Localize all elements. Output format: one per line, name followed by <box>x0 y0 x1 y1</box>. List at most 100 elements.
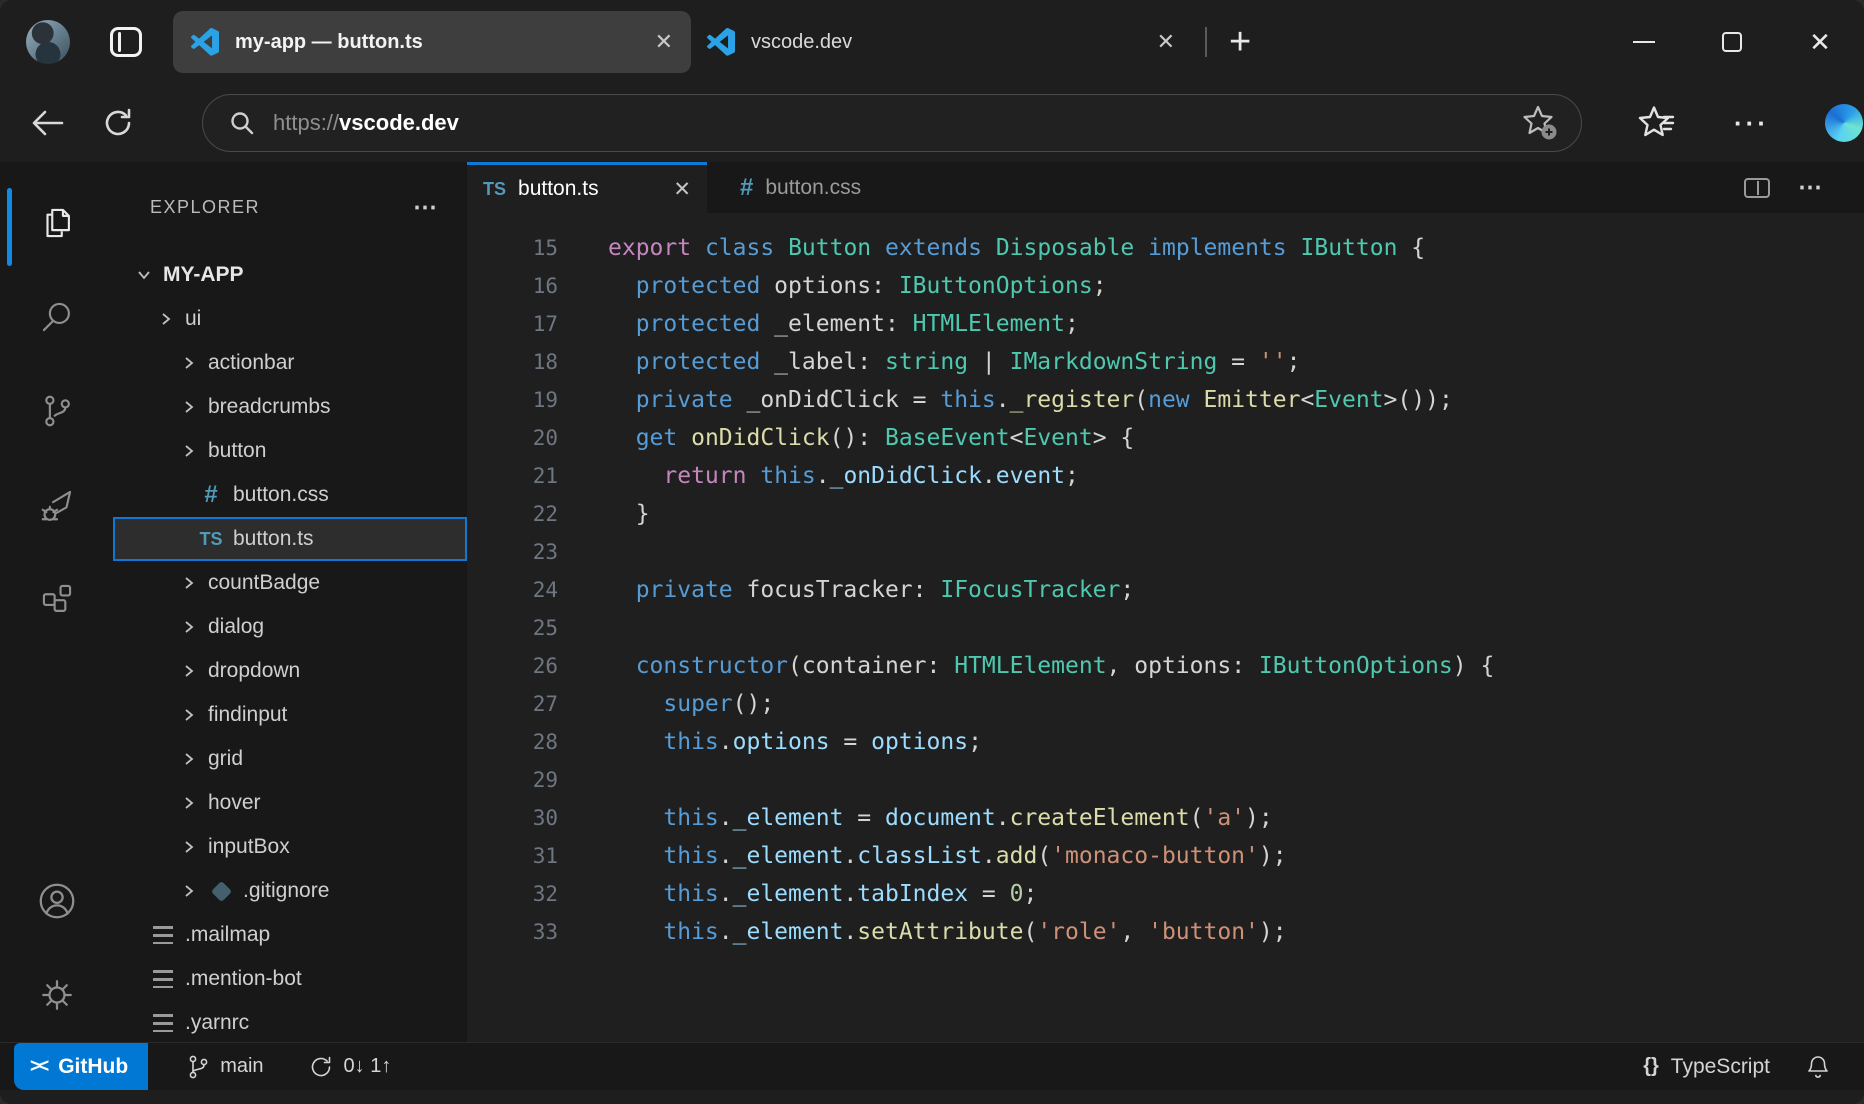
debug-icon <box>38 486 76 524</box>
editor-tab-label: button.ts <box>518 177 599 201</box>
tab-close-icon[interactable]: ✕ <box>1157 29 1175 55</box>
maximize-icon <box>1722 32 1742 52</box>
browser-tab-strip: my-app — button.ts ✕ vscode.dev ✕ + ✕ <box>0 0 1864 84</box>
code-line-21[interactable]: 21 return this._onDidClick.event; <box>467 457 1864 495</box>
close-window-button[interactable]: ✕ <box>1776 0 1864 84</box>
tree-item-button[interactable]: button <box>113 429 467 473</box>
tree-item-inputbox[interactable]: inputBox <box>113 825 467 869</box>
language-indicator[interactable]: {} TypeScript <box>1643 1055 1770 1079</box>
tree-item-breadcrumbs[interactable]: breadcrumbs <box>113 385 467 429</box>
code-line-31[interactable]: 31 this._element.classList.add('monaco-b… <box>467 837 1864 875</box>
tree-item-yarnrc[interactable]: .yarnrc <box>113 1001 467 1042</box>
editor-tab-button-ts[interactable]: TS button.ts ✕ <box>467 162 707 213</box>
refresh-icon <box>102 107 134 139</box>
sidebar-item-explorer[interactable] <box>0 176 113 270</box>
tree-item-button.css[interactable]: #button.css <box>113 473 467 517</box>
tree-item-my-app[interactable]: MY-APP <box>113 253 467 297</box>
code-line-17[interactable]: 17 protected _element: HTMLElement; <box>467 305 1864 343</box>
line-number: 17 <box>467 305 558 343</box>
tab-close-icon[interactable]: ✕ <box>655 29 673 55</box>
tab-actions-icon[interactable] <box>110 27 142 57</box>
tree-item-dropdown[interactable]: dropdown <box>113 649 467 693</box>
tree-item-findinput[interactable]: findinput <box>113 693 467 737</box>
tree-item-actionbar[interactable]: actionbar <box>113 341 467 385</box>
code-text: return this._onDidClick.event; <box>558 457 1079 495</box>
tree-item-ui[interactable]: ui <box>113 297 467 341</box>
sidebar-item-source-control[interactable] <box>0 364 113 458</box>
line-number: 32 <box>467 875 558 913</box>
code-line-16[interactable]: 16 protected options: IButtonOptions; <box>467 267 1864 305</box>
code-line-29[interactable]: 29 <box>467 761 1864 799</box>
editor-tab-bar: TS button.ts ✕ # button.css ⋯ <box>467 162 1864 213</box>
typescript-file-icon: TS <box>483 179 506 200</box>
chevron-right-icon <box>178 880 200 902</box>
notifications-button[interactable] <box>1806 1054 1830 1080</box>
refresh-button[interactable] <box>96 101 140 145</box>
tree-item-label: button <box>208 439 266 463</box>
tree-item-hover[interactable]: hover <box>113 781 467 825</box>
tree-item-gitignore[interactable]: .gitignore <box>113 869 467 913</box>
status-bar-right: {} TypeScript <box>1643 1043 1864 1090</box>
line-number: 21 <box>467 457 558 495</box>
tree-item-button.ts[interactable]: TSbutton.ts <box>113 517 467 561</box>
close-tab-icon[interactable]: ✕ <box>673 177 691 202</box>
minimize-button[interactable] <box>1600 0 1688 84</box>
tree-item-label: breadcrumbs <box>208 395 331 419</box>
add-favorite-button[interactable] <box>1521 104 1561 142</box>
chevron-right-icon <box>178 572 200 594</box>
code-line-27[interactable]: 27 super(); <box>467 685 1864 723</box>
code-editor[interactable]: 15export class Button extends Disposable… <box>467 213 1864 1042</box>
remote-indicator[interactable]: >< GitHub <box>14 1043 148 1090</box>
code-line-25[interactable]: 25 <box>467 609 1864 647</box>
editor-more-actions-icon[interactable]: ⋯ <box>1798 173 1824 202</box>
code-line-19[interactable]: 19 private _onDidClick = this._register(… <box>467 381 1864 419</box>
sidebar-item-extensions[interactable] <box>0 552 113 646</box>
code-text <box>558 761 608 799</box>
code-line-33[interactable]: 33 this._element.setAttribute('role', 'b… <box>467 913 1864 951</box>
maximize-button[interactable] <box>1688 0 1776 84</box>
chevron-right-icon <box>178 396 200 418</box>
sidebar-item-run-debug[interactable] <box>0 458 113 552</box>
branch-indicator[interactable]: main <box>186 1043 263 1090</box>
tree-item-dialog[interactable]: dialog <box>113 605 467 649</box>
browser-tab-inactive[interactable]: vscode.dev ✕ <box>691 11 1193 73</box>
browser-tab-active[interactable]: my-app — button.ts ✕ <box>173 11 691 73</box>
settings-more-button[interactable]: ··· <box>1734 108 1769 139</box>
code-line-28[interactable]: 28 this.options = options; <box>467 723 1864 761</box>
chevron-right-icon <box>178 440 200 462</box>
chevron-right-icon <box>178 704 200 726</box>
copilot-button[interactable] <box>1825 104 1863 142</box>
tree-item-mention-bot[interactable]: .mention-bot <box>113 957 467 1001</box>
tree-item-grid[interactable]: grid <box>113 737 467 781</box>
back-icon <box>31 108 65 138</box>
code-line-20[interactable]: 20 get onDidClick(): BaseEvent<Event> { <box>467 419 1864 457</box>
sidebar-item-search[interactable] <box>0 270 113 364</box>
split-editor-icon[interactable] <box>1744 178 1770 198</box>
line-number: 19 <box>467 381 558 419</box>
tree-item-label: inputBox <box>208 835 290 859</box>
code-line-23[interactable]: 23 <box>467 533 1864 571</box>
explorer-more-actions[interactable]: ⋯ <box>413 193 439 222</box>
ellipsis-icon: ··· <box>1734 108 1769 139</box>
code-line-18[interactable]: 18 protected _label: string | IMarkdownS… <box>467 343 1864 381</box>
code-text: protected options: IButtonOptions; <box>558 267 1107 305</box>
code-line-30[interactable]: 30 this._element = document.createElemen… <box>467 799 1864 837</box>
settings-button[interactable] <box>0 948 113 1042</box>
new-tab-button[interactable]: + <box>1223 23 1257 61</box>
file-file-icon <box>150 1014 176 1032</box>
code-line-26[interactable]: 26 constructor(container: HTMLElement, o… <box>467 647 1864 685</box>
account-button[interactable] <box>0 854 113 948</box>
code-line-32[interactable]: 32 this._element.tabIndex = 0; <box>467 875 1864 913</box>
browser-window: my-app — button.ts ✕ vscode.dev ✕ + ✕ <box>0 0 1864 1104</box>
address-bar[interactable]: https://vscode.dev <box>202 94 1582 152</box>
editor-tab-button-css[interactable]: # button.css <box>707 162 963 213</box>
code-line-15[interactable]: 15export class Button extends Disposable… <box>467 229 1864 267</box>
favorites-button[interactable] <box>1638 105 1678 141</box>
profile-avatar[interactable] <box>26 20 70 64</box>
code-line-22[interactable]: 22 } <box>467 495 1864 533</box>
back-button[interactable] <box>26 101 70 145</box>
tree-item-countbadge[interactable]: countBadge <box>113 561 467 605</box>
tree-item-mailmap[interactable]: .mailmap <box>113 913 467 957</box>
code-line-24[interactable]: 24 private focusTracker: IFocusTracker; <box>467 571 1864 609</box>
sync-indicator[interactable]: 0↓ 1↑ <box>308 1043 392 1090</box>
